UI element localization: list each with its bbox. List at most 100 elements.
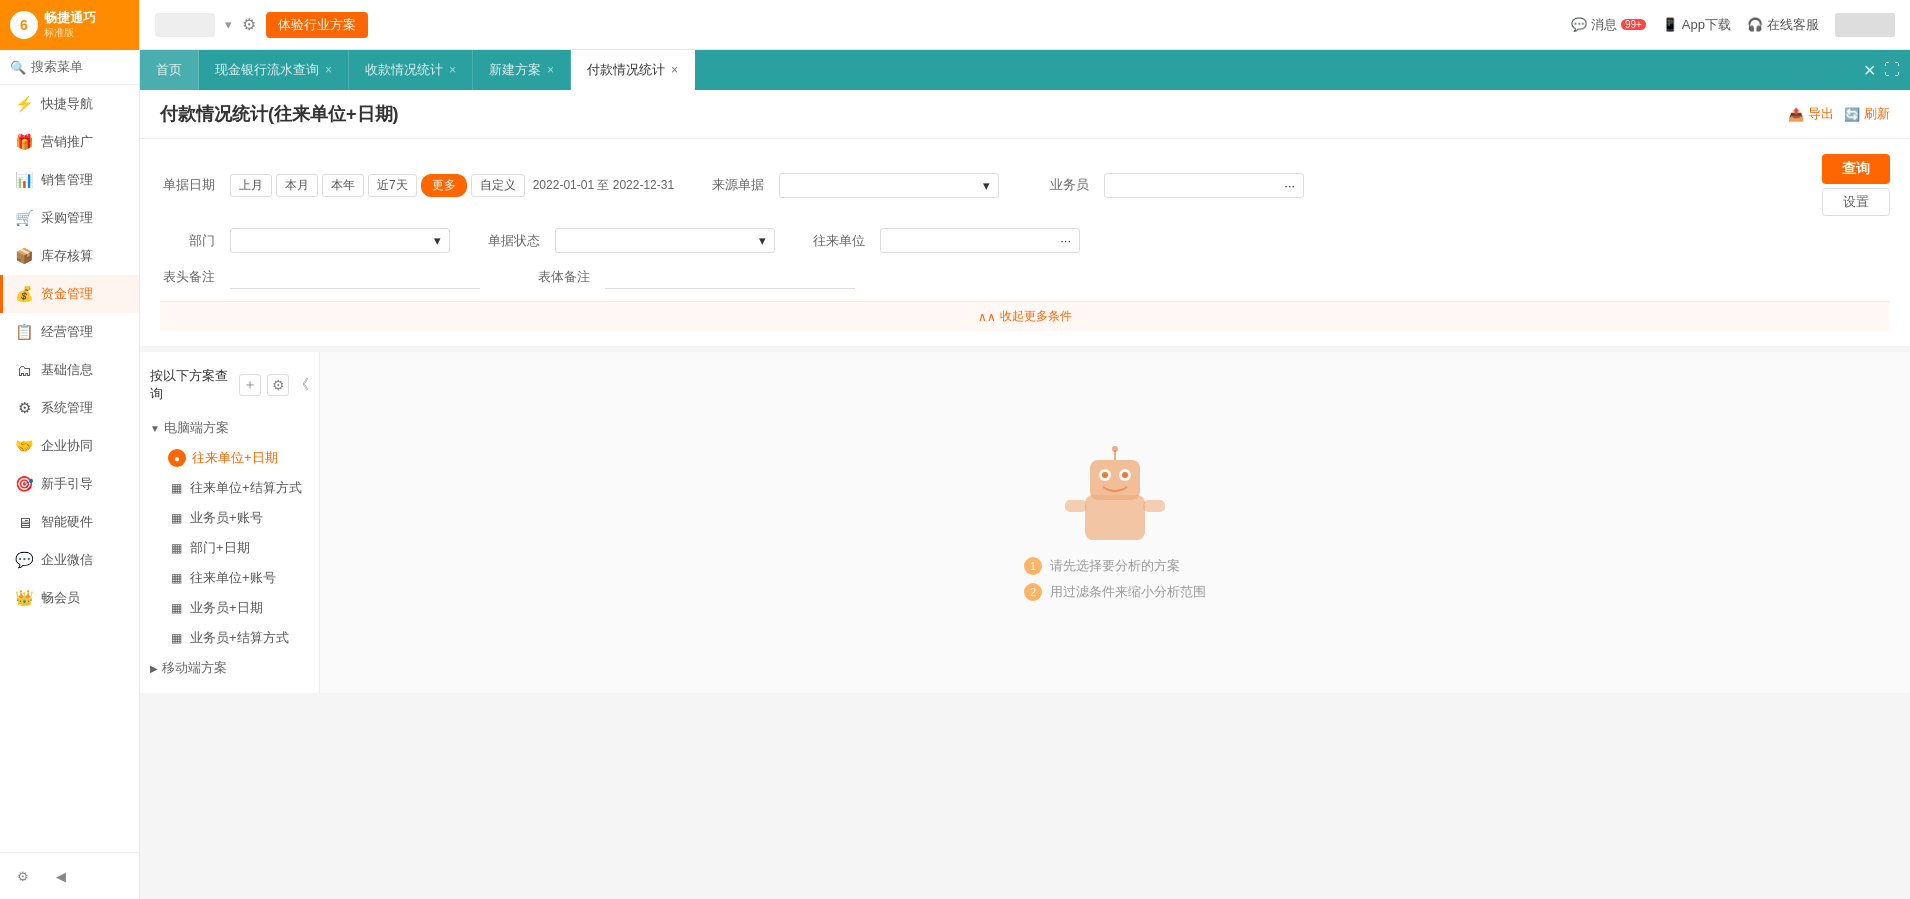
sidebar-item-operations[interactable]: 📋 经营管理 <box>0 313 139 351</box>
filter-settings-btn[interactable]: 设置 <box>1822 188 1890 216</box>
counterpart-more-icon: ··· <box>1060 233 1071 248</box>
new-scheme-tab-label: 新建方案 <box>489 61 541 79</box>
page-title: 付款情况统计(往来单位+日期) <box>160 102 399 126</box>
filter-row-2: 部门 ▾ 单据状态 ▾ 往来单位 ··· <box>160 228 1890 253</box>
company-name <box>155 13 215 37</box>
scheme-icon: ▦ <box>168 630 184 646</box>
date-btn-this-month[interactable]: 本月 <box>276 174 318 197</box>
scheme-item-counterpart-date[interactable]: ● 往来单位+日期 <box>140 443 319 473</box>
hint-item-1: 1 请先选择要分析的方案 <box>1024 557 1206 575</box>
sidebar-item-enterprise[interactable]: 🤝 企业协同 <box>0 427 139 465</box>
sidebar-item-hardware[interactable]: 🖥 智能硬件 <box>0 503 139 541</box>
date-btn-last-month[interactable]: 上月 <box>230 174 272 197</box>
svg-rect-6 <box>1065 500 1087 512</box>
tab-close-all-icon[interactable]: ✕ <box>1863 61 1876 80</box>
svg-rect-0 <box>1085 495 1145 540</box>
sidebar-item-guide[interactable]: 🎯 新手引导 <box>0 465 139 503</box>
source-voucher-chevron-icon: ▾ <box>983 178 990 193</box>
topbar-chevron-icon[interactable]: ▾ <box>225 17 232 32</box>
app-download-btn[interactable]: 📱 App下载 <box>1662 16 1731 34</box>
weixin-icon: 💬 <box>15 551 33 569</box>
header-note-input[interactable] <box>230 265 480 289</box>
sidebar-search[interactable]: 🔍 搜索菜单 <box>0 50 139 85</box>
scheme-item-dept-date[interactable]: ▦ 部门+日期 <box>140 533 319 563</box>
user-avatar[interactable] <box>1835 13 1895 37</box>
scheme-item-salesperson-date[interactable]: ▦ 业务员+日期 <box>140 593 319 623</box>
scheme-item-counterpart-settlement[interactable]: ▦ 往来单位+结算方式 <box>140 473 319 503</box>
date-btn-group: 上月 本月 本年 近7天 更多 自定义 2022-01-01 至 2022-12… <box>230 174 674 197</box>
desktop-group-arrow-icon: ▼ <box>150 423 160 434</box>
online-service-btn[interactable]: 🎧 在线客服 <box>1747 16 1819 34</box>
new-scheme-close-icon[interactable]: × <box>547 63 554 77</box>
body-note-input[interactable] <box>605 265 855 289</box>
payment-stats-close-icon[interactable]: × <box>671 63 678 77</box>
sidebar-item-sales[interactable]: 📊 销售管理 <box>0 161 139 199</box>
home-tab-label: 首页 <box>156 61 182 79</box>
svg-point-4 <box>1102 472 1108 478</box>
counterpart-select[interactable]: ··· <box>880 228 1080 253</box>
receipt-stats-close-icon[interactable]: × <box>449 63 456 77</box>
sidebar-item-capital[interactable]: 💰 资金管理 <box>0 275 139 313</box>
scheme-item-salesperson-settlement[interactable]: ▦ 业务员+结算方式 <box>140 623 319 653</box>
sidebar-collapse-btn[interactable]: ◀ <box>46 861 76 891</box>
member-icon: 👑 <box>15 589 33 607</box>
page-header: 付款情况统计(往来单位+日期) 📤 导出 🔄 刷新 <box>140 90 1910 139</box>
date-btn-custom[interactable]: 自定义 <box>471 174 525 197</box>
refresh-btn[interactable]: 🔄 刷新 <box>1844 105 1890 123</box>
action-btn-group: 查询 设置 <box>1822 154 1890 216</box>
tab-home[interactable]: 首页 <box>140 50 199 90</box>
query-btn[interactable]: 查询 <box>1822 154 1890 184</box>
panel-collapse-btn[interactable]: 《 <box>295 376 309 394</box>
left-panel-title: 按以下方案查询 <box>150 367 233 403</box>
date-btn-this-year[interactable]: 本年 <box>322 174 364 197</box>
hardware-icon: 🖥 <box>15 513 33 531</box>
search-label: 搜索菜单 <box>31 58 83 76</box>
scheme-item-counterpart-account[interactable]: ▦ 往来单位+账号 <box>140 563 319 593</box>
export-btn[interactable]: 📤 导出 <box>1788 105 1834 123</box>
scheme-settings-icon: ⚙ <box>272 377 285 393</box>
scheme-item-label: 往来单位+日期 <box>192 449 278 467</box>
mobile-group-header[interactable]: ▶ 移动端方案 <box>140 653 319 683</box>
tab-bank-flow[interactable]: 现金银行流水查询 × <box>199 50 349 90</box>
sidebar-settings-btn[interactable]: ⚙ <box>8 861 38 891</box>
scheme-icon: ▦ <box>168 540 184 556</box>
tab-new-scheme[interactable]: 新建方案 × <box>473 50 571 90</box>
topbar-gear-icon[interactable]: ⚙ <box>242 15 256 34</box>
voucher-status-select[interactable]: ▾ <box>555 228 775 253</box>
collapse-filter-btn[interactable]: ∧∧ 收起更多条件 <box>160 301 1890 331</box>
tab-payment-stats[interactable]: 付款情况统计 × <box>571 50 695 90</box>
desktop-group-header[interactable]: ▼ 电脑端方案 <box>140 413 319 443</box>
capital-icon: 💰 <box>15 285 33 303</box>
sidebar-item-label: 基础信息 <box>41 361 93 379</box>
sidebar-item-basic[interactable]: 🗂 基础信息 <box>0 351 139 389</box>
app-download-label: App下载 <box>1682 16 1731 34</box>
enterprise-icon: 🤝 <box>15 437 33 455</box>
salesperson-select[interactable]: ··· <box>1104 173 1304 198</box>
sidebar-item-weixin[interactable]: 💬 企业微信 <box>0 541 139 579</box>
source-voucher-select[interactable]: ▾ <box>779 173 999 198</box>
sidebar-item-purchase[interactable]: 🛒 采购管理 <box>0 199 139 237</box>
tab-expand-icon[interactable]: ⛶ <box>1884 61 1900 79</box>
desktop-scheme-group: ▼ 电脑端方案 ● 往来单位+日期 ▦ 往来单位+结算方式 ▦ 业务员+账号 <box>140 413 319 653</box>
content: 付款情况统计(往来单位+日期) 📤 导出 🔄 刷新 单据日期 上月 本月 <box>140 90 1910 899</box>
add-scheme-btn[interactable]: ＋ <box>239 374 261 396</box>
trial-btn[interactable]: 体验行业方案 <box>266 12 368 38</box>
tab-receipt-stats[interactable]: 收款情况统计 × <box>349 50 473 90</box>
sidebar-item-member[interactable]: 👑 畅会员 <box>0 579 139 617</box>
scheme-settings-btn[interactable]: ⚙ <box>267 374 289 396</box>
messages-btn[interactable]: 💬 消息 99+ <box>1571 16 1646 34</box>
message-icon: 💬 <box>1571 17 1587 32</box>
voucher-status-label: 单据状态 <box>485 232 540 250</box>
date-btn-7days[interactable]: 近7天 <box>368 174 417 197</box>
sidebar-item-marketing[interactable]: 🎁 营销推广 <box>0 123 139 161</box>
empty-illustration: 1 请先选择要分析的方案 2 用过滤条件来缩小分析范围 <box>1024 445 1206 601</box>
service-icon: 🎧 <box>1747 17 1763 32</box>
bank-flow-close-icon[interactable]: × <box>325 63 332 77</box>
sidebar-item-system[interactable]: ⚙ 系统管理 <box>0 389 139 427</box>
sidebar-item-quick-nav[interactable]: ⚡ 快捷导航 <box>0 85 139 123</box>
department-select[interactable]: ▾ <box>230 228 450 253</box>
scheme-item-salesperson-account[interactable]: ▦ 业务员+账号 <box>140 503 319 533</box>
sidebar-item-inventory[interactable]: 📦 库存核算 <box>0 237 139 275</box>
svg-point-9 <box>1112 446 1118 452</box>
date-btn-more[interactable]: 更多 <box>421 174 467 197</box>
